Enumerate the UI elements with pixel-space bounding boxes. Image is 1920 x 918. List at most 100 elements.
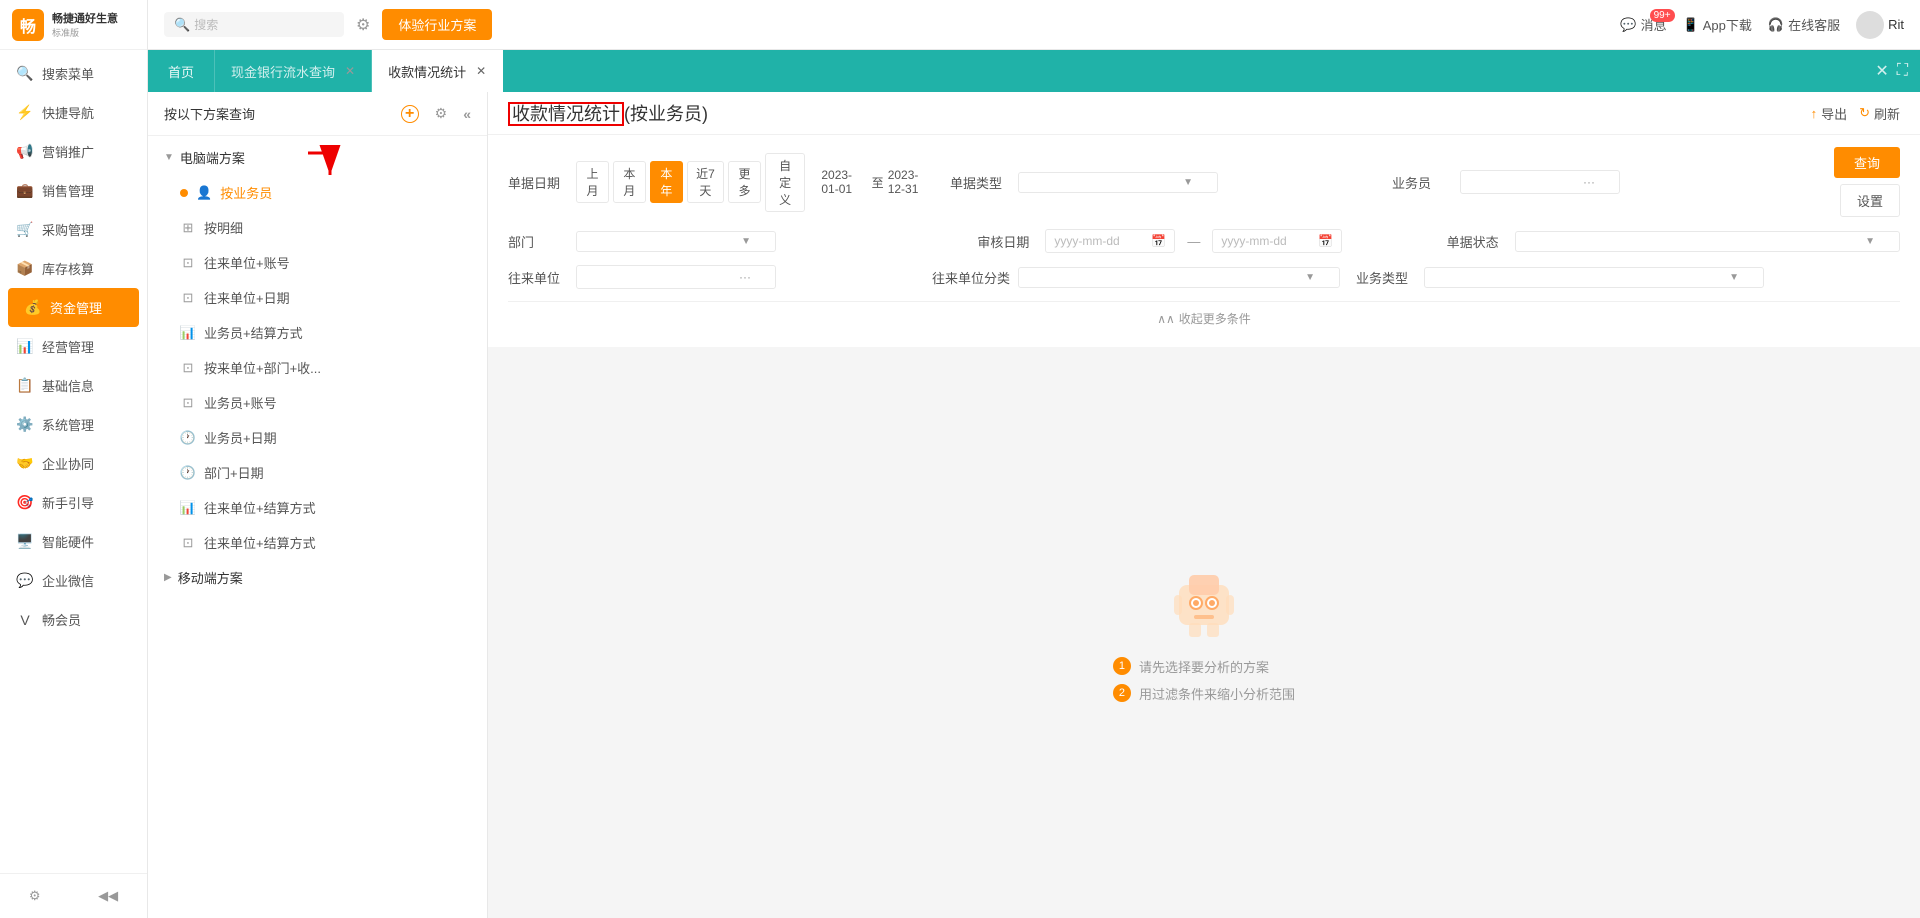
sidebar-collapse-btn[interactable]: ◀◀ [90,882,126,910]
header-gear-icon[interactable]: ⚙ [356,15,370,35]
salesperson-more[interactable]: ··· [1583,175,1595,189]
voucher-type-select[interactable]: ▼ [1018,172,1218,193]
sidebar-item-guide[interactable]: 🎯 新手引导 [0,483,147,522]
app-download-button[interactable]: 📱 App下载 [1683,15,1752,34]
export-icon: ↑ [1811,106,1818,121]
scheme-item-label: 往来单位+结算方式 [204,533,316,552]
sidebar-item-operation[interactable]: 📊 经营管理 [0,327,147,366]
scheme-item-salesperson-date[interactable]: 🕐 业务员+日期 [148,420,487,455]
review-date-to[interactable]: yyyy-mm-dd 📅 [1212,229,1342,253]
hint-item-2: 2 用过滤条件来缩小分析范围 [1113,684,1295,703]
scheme-item-salesperson-account[interactable]: ⊡ 业务员+账号 [148,385,487,420]
query-button[interactable]: 查询 [1834,147,1900,178]
scheme-item-by-detail[interactable]: ⊞ 按明细 [148,210,487,245]
counterpart-input[interactable]: ··· [576,265,776,289]
sidebar-item-wechat[interactable]: 💬 企业微信 [0,561,147,600]
sidebar-item-marketing[interactable]: 📢 营销推广 [0,132,147,171]
home-tab-label: 首页 [168,62,194,81]
tab-bank-flow[interactable]: 现金银行流水查询 ✕ [215,50,372,92]
sidebar-item-search-menu[interactable]: 🔍 搜索菜单 [0,54,147,93]
business-type-field: 业务类型 ▼ [1356,267,1764,288]
date-btn-custom[interactable]: 自定义 [765,153,805,212]
counterpart-more-btn[interactable]: ··· [739,270,751,284]
sidebar-item-quick-nav[interactable]: ⚡ 快捷导航 [0,93,147,132]
tab-close-all-icon[interactable]: ✕ [1875,61,1888,81]
receipt-stats-tab-close[interactable]: ✕ [476,64,486,78]
sidebar-item-hardware[interactable]: 🖥️ 智能硬件 [0,522,147,561]
date-btn-last-month[interactable]: 上月 [576,161,609,203]
wechat-icon: 💬 [16,572,34,590]
desktop-scheme-header[interactable]: ▼ 电脑端方案 [148,140,487,175]
sidebar-item-inventory[interactable]: 📦 库存核算 [0,249,147,288]
scheme-item-dept-date[interactable]: 🕐 部门+日期 [148,455,487,490]
system-icon: ⚙️ [16,416,34,434]
tab-home[interactable]: 首页 [148,50,215,92]
tab-receipt-stats[interactable]: 收款情况统计 ✕ [372,50,503,92]
voucher-status-field: 单据状态 ▼ [1447,231,1900,252]
sidebar-settings-btn[interactable]: ⚙ [21,882,49,910]
mobile-scheme-arrow: ▶ [164,572,172,583]
tab-fullscreen-icon[interactable]: ⛶ [1897,62,1908,80]
date-to: 2023-12-31 [888,168,934,196]
hint-item-1: 1 请先选择要分析的方案 [1113,657,1295,676]
counterpart-category-select[interactable]: ▼ [1018,267,1340,288]
scheme-item-counterpart-settlement1[interactable]: 📊 往来单位+结算方式 [148,490,487,525]
scheme-item-by-salesperson[interactable]: 👤 按业务员 [148,175,487,210]
user-avatar-area[interactable]: Rit [1856,11,1904,39]
sidebar-item-system[interactable]: ⚙️ 系统管理 [0,405,147,444]
logo-text-block: 畅捷通好生意 标准版 [52,10,118,39]
date-btn-7days[interactable]: 近7天 [687,161,724,203]
scheme-item-salesperson-settlement[interactable]: 📊 业务员+结算方式 [148,315,487,350]
scheme-item-counterpart-account[interactable]: ⊡ 往来单位+账号 [148,245,487,280]
dept-select[interactable]: ▼ [576,231,776,252]
sidebar-item-sales[interactable]: 💼 销售管理 [0,171,147,210]
inventory-icon: 📦 [16,260,34,278]
header-search-box[interactable]: 🔍 搜索 [164,12,344,37]
scheme-item-counterpart-dept[interactable]: ⊡ 按来单位+部门+收... [148,350,487,385]
hint-list: 1 请先选择要分析的方案 2 用过滤条件来缩小分析范围 [1113,657,1295,711]
operation-icon: 📊 [16,338,34,356]
business-type-select[interactable]: ▼ [1424,267,1764,288]
enterprise-icon: 🤝 [16,455,34,473]
dept-arrow: ▼ [741,236,751,247]
scheme-item-label: 业务员+日期 [204,428,277,447]
counterpart-category-field: 往来单位分类 ▼ [932,267,1340,288]
date-btn-this-month[interactable]: 本月 [613,161,646,203]
collapse-bar[interactable]: ∧∧ 收起更多条件 [508,301,1900,335]
review-date-from[interactable]: yyyy-mm-dd 📅 [1045,229,1175,253]
salesperson-input[interactable]: ··· [1460,170,1620,194]
date-btn-more[interactable]: 更多 [728,161,761,203]
message-button[interactable]: 💬 消息 99+ [1620,15,1666,34]
scheme-item-label: 按来单位+部门+收... [204,358,321,377]
app-download-label: App下载 [1703,15,1752,34]
sidebar-item-basic[interactable]: 📋 基础信息 [0,366,147,405]
mobile-scheme-header[interactable]: ▶ 移动端方案 [148,560,487,595]
add-scheme-icon[interactable]: + [401,105,419,123]
scheme-table-icon: ⊡ [180,255,196,271]
trial-button[interactable]: 体验行业方案 [382,9,492,40]
refresh-label: 刷新 [1874,104,1900,123]
empty-hint: 1 请先选择要分析的方案 2 用过滤条件来缩小分析范围 [1113,555,1295,711]
scheme-item-counterpart-settlement2[interactable]: ⊡ 往来单位+结算方式 [148,525,487,560]
bank-flow-tab-close[interactable]: ✕ [345,64,355,78]
sidebar-item-capital[interactable]: 💰 资金管理 [8,288,139,327]
search-area: 单据日期 上月 本月 本年 近7天 更多 自定义 2023-01-01 至 [488,135,1920,347]
sidebar-item-purchase[interactable]: 🛒 采购管理 [0,210,147,249]
scheme-item-counterpart-date[interactable]: ⊡ 往来单位+日期 [148,280,487,315]
sidebar-item-member[interactable]: V 畅会员 [0,600,147,639]
tab-bar-actions: ✕ ⛶ [1863,61,1920,81]
export-button[interactable]: ↑ 导出 [1811,104,1848,123]
voucher-status-select[interactable]: ▼ [1515,231,1900,252]
date-btn-this-year[interactable]: 本年 [650,161,683,203]
business-type-arrow: ▼ [1729,272,1739,283]
refresh-button[interactable]: ↻ 刷新 [1859,104,1900,123]
desktop-scheme-arrow: ▼ [164,152,174,163]
active-indicator [180,189,188,197]
online-service-button[interactable]: 🎧 在线客服 [1768,15,1840,34]
sidebar-item-enterprise[interactable]: 🤝 企业协同 [0,444,147,483]
sidebar-logo: 畅 畅捷通好生意 标准版 [0,0,147,50]
desktop-scheme-group: ▼ 电脑端方案 👤 按业务员 ⊞ 按明细 ⊡ 往来 [148,140,487,560]
scheme-settings-icon[interactable]: ⚙ [435,105,448,122]
settings-button[interactable]: 设置 [1840,184,1900,217]
scheme-collapse-icon[interactable]: « [463,106,471,122]
